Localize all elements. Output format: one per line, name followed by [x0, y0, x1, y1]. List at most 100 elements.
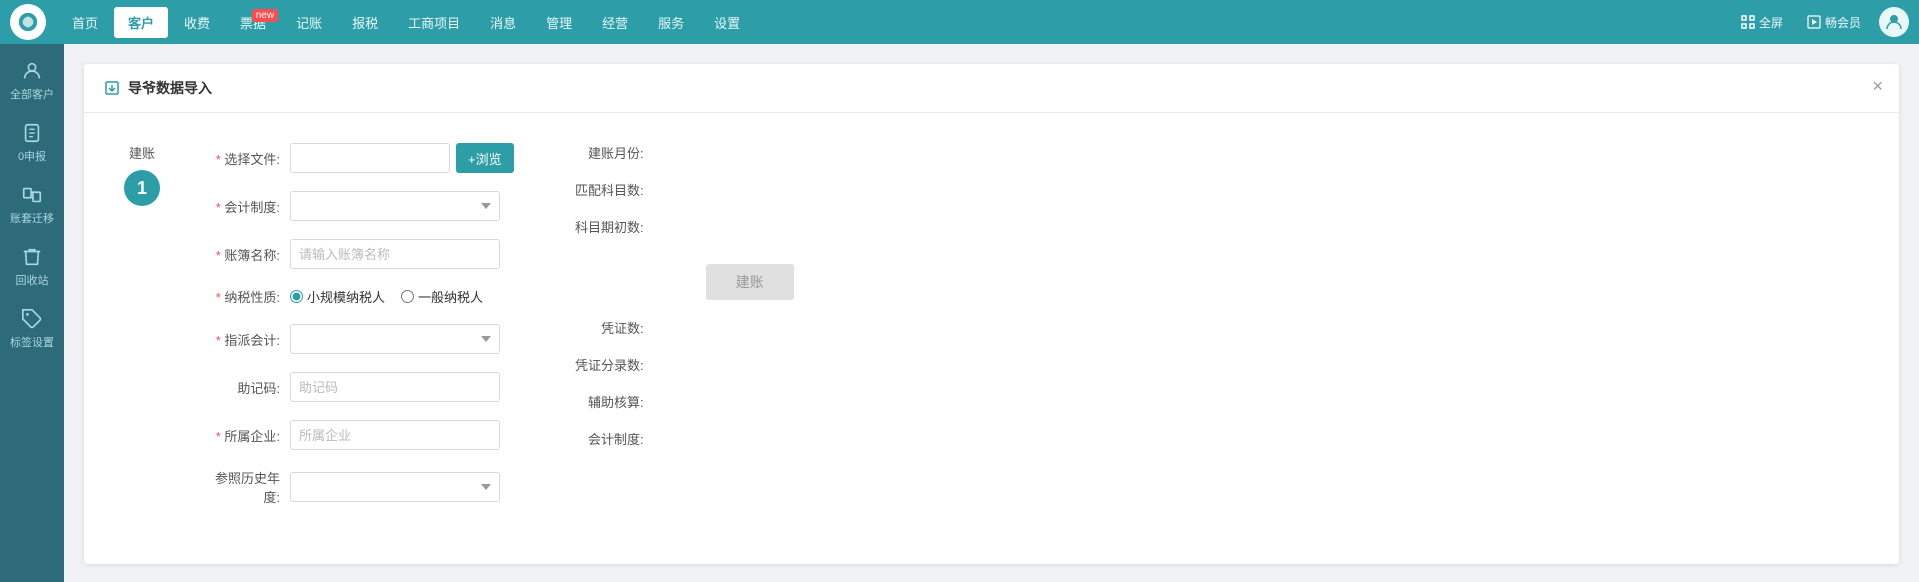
build-button-container: 建账	[554, 254, 794, 300]
tax-type-label: 纳税性质:	[200, 287, 280, 306]
sidebar-item-recycle[interactable]: 回收站	[2, 238, 62, 296]
step-indicator: 建账 1	[124, 143, 160, 206]
tax-type-row: 纳税性质: 小规模纳税人 一般纳税人	[200, 287, 514, 306]
tax-general-label: 一般纳税人	[418, 287, 483, 306]
form-columns: 选择文件: +浏览 会计制度:	[200, 143, 794, 524]
voucher-entries-label: 凭证分录数:	[554, 355, 644, 374]
nav-management[interactable]: 管理	[532, 7, 586, 38]
dialog-header: 导爷数据导入	[84, 64, 1899, 113]
accountant-label: 指派会计:	[200, 330, 280, 349]
history-year-label: 参照历史年度:	[200, 468, 280, 506]
build-button: 建账	[706, 264, 794, 300]
info-accounting-label: 会计制度:	[554, 429, 644, 448]
sidebar-item-migrate[interactable]: 账套迁移	[2, 176, 62, 234]
initial-label: 科目期初数:	[554, 217, 644, 236]
accountant-row: 指派会计:	[200, 324, 514, 354]
tax-small-radio[interactable]: 小规模纳税人	[290, 287, 385, 306]
browse-button[interactable]: +浏览	[456, 143, 514, 173]
nav-accounts[interactable]: 记账	[282, 7, 336, 38]
user-icon	[1885, 13, 1903, 31]
accounting-system-label: 会计制度:	[200, 197, 280, 216]
fullscreen-button[interactable]: 全屏	[1735, 11, 1789, 34]
fullscreen-label: 全屏	[1759, 14, 1783, 31]
memo-row: 助记码:	[200, 372, 514, 402]
tax-radio-group: 小规模纳税人 一般纳税人	[290, 287, 483, 306]
nav-operations[interactable]: 经营	[588, 7, 642, 38]
nav-fees[interactable]: 收费	[170, 7, 224, 38]
file-label: 选择文件:	[200, 149, 280, 168]
ledger-name-row: 账簿名称:	[200, 239, 514, 269]
import-dialog: 导爷数据导入 × 建账 1 选择文件:	[84, 64, 1899, 564]
step-badge: 1	[124, 170, 160, 206]
file-select-row: 选择文件: +浏览	[200, 143, 514, 173]
migrate-icon	[21, 184, 43, 206]
import-icon	[104, 80, 120, 96]
ledger-name-input[interactable]	[290, 239, 500, 269]
tax-general-radio[interactable]: 一般纳税人	[401, 287, 483, 306]
memo-label: 助记码:	[200, 378, 280, 397]
member-button[interactable]: 畅会员	[1801, 11, 1867, 34]
sidebar-label-tags: 标签设置	[10, 334, 54, 350]
topnav-right: 全屏 畅会员	[1735, 7, 1909, 37]
content-area: 导爷数据导入 × 建账 1 选择文件:	[64, 44, 1919, 582]
declare-icon	[21, 122, 43, 144]
company-label: 所属企业:	[200, 426, 280, 445]
nav-menu: 首页 客户 收费 票据 new 记账 报税 工商项目 消息 管理 经营 服务 设…	[58, 7, 1735, 38]
top-navigation: 首页 客户 收费 票据 new 记账 报税 工商项目 消息 管理 经营 服务 设…	[0, 0, 1919, 44]
nav-invoices[interactable]: 票据 new	[226, 7, 280, 38]
month-label: 建账月份:	[554, 143, 644, 162]
nav-business[interactable]: 工商项目	[394, 7, 474, 38]
history-year-row: 参照历史年度:	[200, 468, 514, 506]
step-section: 建账 1 选择文件: +浏览	[124, 143, 1859, 524]
month-row: 建账月份:	[554, 143, 794, 162]
new-badge: new	[252, 9, 278, 22]
form-left: 选择文件: +浏览 会计制度:	[200, 143, 514, 524]
info-accounting-row: 会计制度:	[554, 429, 794, 448]
info-panel: 建账月份: 匹配科目数: 科目期初数:	[514, 143, 794, 524]
accountant-select[interactable]	[290, 324, 500, 354]
history-year-select[interactable]	[290, 472, 500, 502]
nav-services[interactable]: 服务	[644, 7, 698, 38]
sidebar-label-recycle: 回收站	[16, 272, 49, 288]
close-button[interactable]: ×	[1872, 76, 1883, 97]
app-logo	[10, 4, 46, 40]
tax-small-input[interactable]	[290, 290, 303, 303]
member-label: 畅会员	[1825, 14, 1861, 31]
nav-home[interactable]: 首页	[58, 7, 112, 38]
voucher-label: 凭证数:	[554, 318, 644, 337]
main-layout: 全部客户 0申报 账套迁移 回收站	[0, 44, 1919, 582]
accounting-system-select[interactable]	[290, 191, 500, 221]
file-input[interactable]	[290, 143, 450, 173]
sidebar-item-all-clients[interactable]: 全部客户	[2, 52, 62, 110]
tax-general-input[interactable]	[401, 290, 414, 303]
initial-row: 科目期初数:	[554, 217, 794, 236]
sidebar-label-all-clients: 全部客户	[10, 86, 54, 102]
avatar[interactable]	[1879, 7, 1909, 37]
nav-tax[interactable]: 报税	[338, 7, 392, 38]
voucher-entries-row: 凭证分录数:	[554, 355, 794, 374]
voucher-row: 凭证数:	[554, 318, 794, 337]
company-input[interactable]	[290, 420, 500, 450]
play-icon	[1807, 15, 1821, 29]
auxiliary-row: 辅助核算:	[554, 392, 794, 411]
company-row: 所属企业:	[200, 420, 514, 450]
sidebar: 全部客户 0申报 账套迁移 回收站	[0, 44, 64, 582]
ledger-name-label: 账簿名称:	[200, 245, 280, 264]
file-input-group: +浏览	[290, 143, 514, 173]
match-label: 匹配科目数:	[554, 180, 644, 199]
nav-clients[interactable]: 客户	[114, 7, 168, 38]
sidebar-label-declare: 0申报	[18, 148, 46, 164]
sidebar-label-migrate: 账套迁移	[10, 210, 54, 226]
nav-settings[interactable]: 设置	[700, 7, 754, 38]
accounting-system-row: 会计制度:	[200, 191, 514, 221]
dialog-body: 建账 1 选择文件: +浏览	[84, 113, 1899, 554]
memo-input[interactable]	[290, 372, 500, 402]
match-row: 匹配科目数:	[554, 180, 794, 199]
trash-icon	[21, 246, 43, 268]
sidebar-item-tags[interactable]: 标签设置	[2, 300, 62, 358]
person-icon	[21, 60, 43, 82]
nav-messages[interactable]: 消息	[476, 7, 530, 38]
auxiliary-label: 辅助核算:	[554, 392, 644, 411]
tax-small-label: 小规模纳税人	[307, 287, 385, 306]
sidebar-item-declare[interactable]: 0申报	[2, 114, 62, 172]
